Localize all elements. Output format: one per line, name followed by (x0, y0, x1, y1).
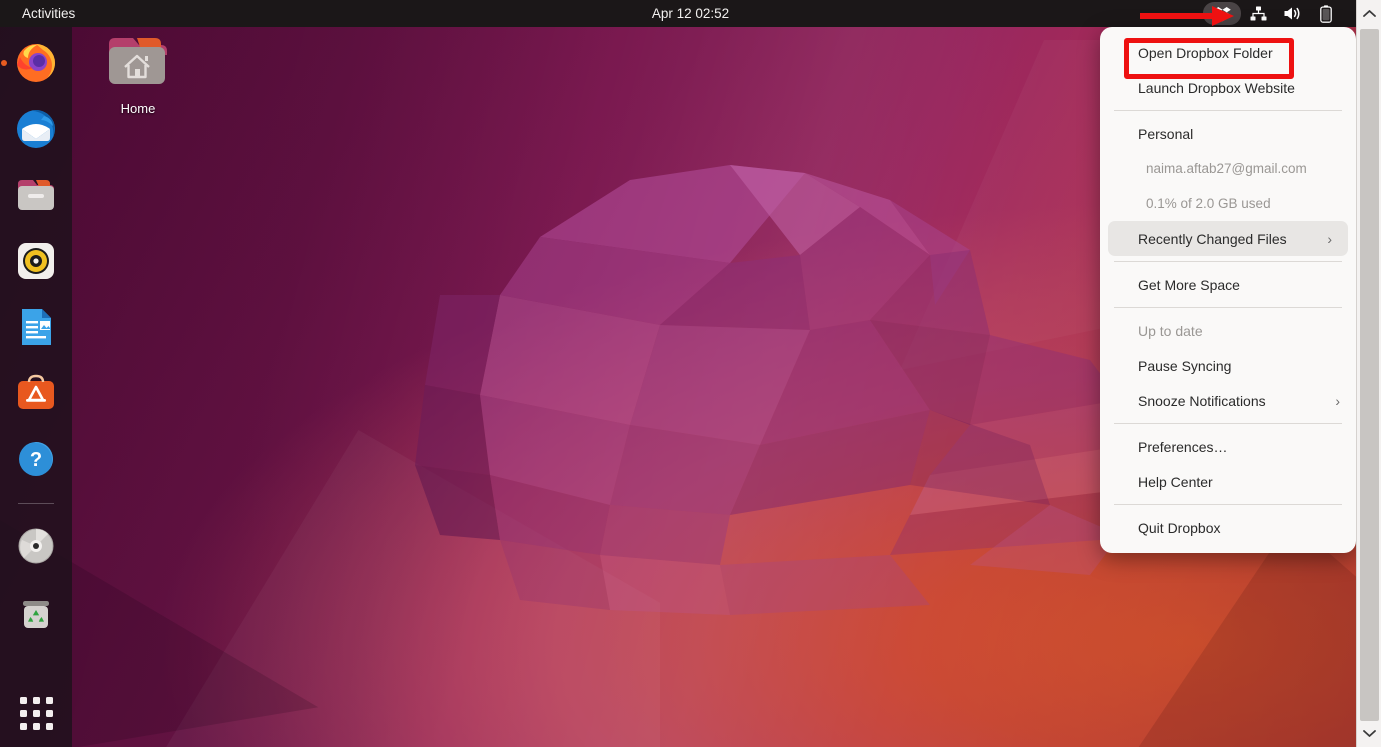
menu-item-recently-changed-files[interactable]: Recently Changed Files › (1108, 221, 1348, 256)
menu-item-quit-dropbox[interactable]: Quit Dropbox (1100, 510, 1356, 545)
menu-item-open-dropbox-folder[interactable]: Open Dropbox Folder (1100, 35, 1356, 70)
menu-account-name: Personal (1100, 116, 1356, 151)
menu-separator (1114, 504, 1342, 505)
dropbox-tray-icon[interactable] (1203, 2, 1241, 25)
grid-dot (19, 696, 27, 704)
grid-dot (32, 696, 40, 704)
menu-item-label: Pause Syncing (1138, 357, 1232, 374)
menu-item-label: Snooze Notifications (1138, 392, 1266, 409)
firefox-icon (17, 44, 55, 82)
dock-item-disc[interactable] (12, 522, 60, 570)
menu-item-launch-dropbox-website[interactable]: Launch Dropbox Website (1100, 70, 1356, 105)
battery-icon[interactable] (1309, 2, 1343, 25)
grid-dot (32, 709, 40, 717)
menu-separator (1114, 261, 1342, 262)
menu-sync-status: Up to date (1100, 313, 1356, 348)
dock-item-libreoffice-writer[interactable] (12, 303, 60, 351)
disc-icon (18, 528, 54, 564)
dock-item-files[interactable] (12, 171, 60, 219)
menu-item-snooze-notifications[interactable]: Snooze Notifications › (1100, 383, 1356, 418)
dock-separator (18, 503, 54, 504)
menu-item-label: Open Dropbox Folder (1138, 44, 1273, 61)
menu-item-label: Recently Changed Files (1138, 230, 1287, 247)
menu-item-label: Help Center (1138, 473, 1213, 490)
scroll-down-button[interactable] (1357, 720, 1381, 747)
help-icon: ? (19, 442, 53, 476)
menu-item-label: naima.aftab27@gmail.com (1146, 161, 1307, 176)
thunderbird-icon (17, 110, 55, 148)
desktop-icon-label: Home (120, 101, 156, 116)
libreoffice-writer-icon (22, 309, 51, 345)
menu-item-label: Quit Dropbox (1138, 519, 1221, 536)
menu-item-label: Get More Space (1138, 276, 1240, 293)
grid-dot (32, 722, 40, 730)
menu-separator (1114, 110, 1342, 111)
menu-item-label: Personal (1138, 125, 1194, 142)
page-scrollbar[interactable] (1356, 0, 1381, 747)
scrollbar-thumb[interactable] (1360, 29, 1379, 721)
launcher-dock: ? (0, 27, 72, 747)
home-folder-icon (107, 34, 169, 95)
volume-icon[interactable] (1275, 2, 1309, 25)
clock-datetime[interactable]: Apr 12 02:52 (581, 6, 801, 21)
jellyfish-graphic (330, 145, 1130, 615)
desktop-icon-home[interactable]: Home (96, 34, 180, 116)
dropbox-tray-menu: Open Dropbox Folder Launch Dropbox Websi… (1100, 27, 1356, 553)
grid-dot (45, 709, 53, 717)
rhythmbox-icon (18, 243, 54, 279)
files-icon (18, 180, 54, 210)
menu-account-usage: 0.1% of 2.0 GB used (1100, 186, 1356, 221)
scroll-up-button[interactable] (1357, 0, 1381, 27)
menu-item-label: 0.1% of 2.0 GB used (1146, 196, 1271, 211)
dock-item-trash[interactable] (12, 588, 60, 636)
menu-item-label: Up to date (1138, 322, 1203, 339)
grid-dot (45, 696, 53, 704)
desktop-screen: Home ? Activities Apr 12 02:52 Open Drop… (0, 0, 1381, 747)
menu-item-label: Preferences… (1138, 438, 1228, 455)
dock-item-rhythmbox[interactable] (12, 237, 60, 285)
menu-item-pause-syncing[interactable]: Pause Syncing (1100, 348, 1356, 383)
ubuntu-software-icon (18, 374, 54, 409)
menu-separator (1114, 423, 1342, 424)
dock-item-thunderbird[interactable] (12, 105, 60, 153)
top-bar: Activities Apr 12 02:52 (0, 0, 1381, 27)
svg-text:?: ? (30, 449, 42, 471)
running-indicator-dot (1, 60, 7, 66)
grid-dot (19, 722, 27, 730)
grid-dot (19, 709, 27, 717)
menu-account-email: naima.aftab27@gmail.com (1100, 151, 1356, 186)
dock-item-help[interactable]: ? (12, 435, 60, 483)
chevron-right-icon: › (1327, 230, 1332, 247)
show-applications-button[interactable] (12, 689, 60, 737)
chevron-right-icon: › (1335, 392, 1340, 409)
menu-item-get-more-space[interactable]: Get More Space (1100, 267, 1356, 302)
dock-item-firefox[interactable] (1, 39, 60, 87)
menu-item-label: Launch Dropbox Website (1138, 79, 1295, 96)
dock-item-ubuntu-software[interactable] (12, 369, 60, 417)
activities-button[interactable]: Activities (12, 3, 85, 24)
network-icon[interactable] (1241, 2, 1275, 25)
menu-item-preferences[interactable]: Preferences… (1100, 429, 1356, 464)
menu-separator (1114, 307, 1342, 308)
menu-item-help-center[interactable]: Help Center (1100, 464, 1356, 499)
grid-dot (45, 722, 53, 730)
system-tray (1203, 0, 1343, 27)
trash-icon (23, 601, 49, 628)
